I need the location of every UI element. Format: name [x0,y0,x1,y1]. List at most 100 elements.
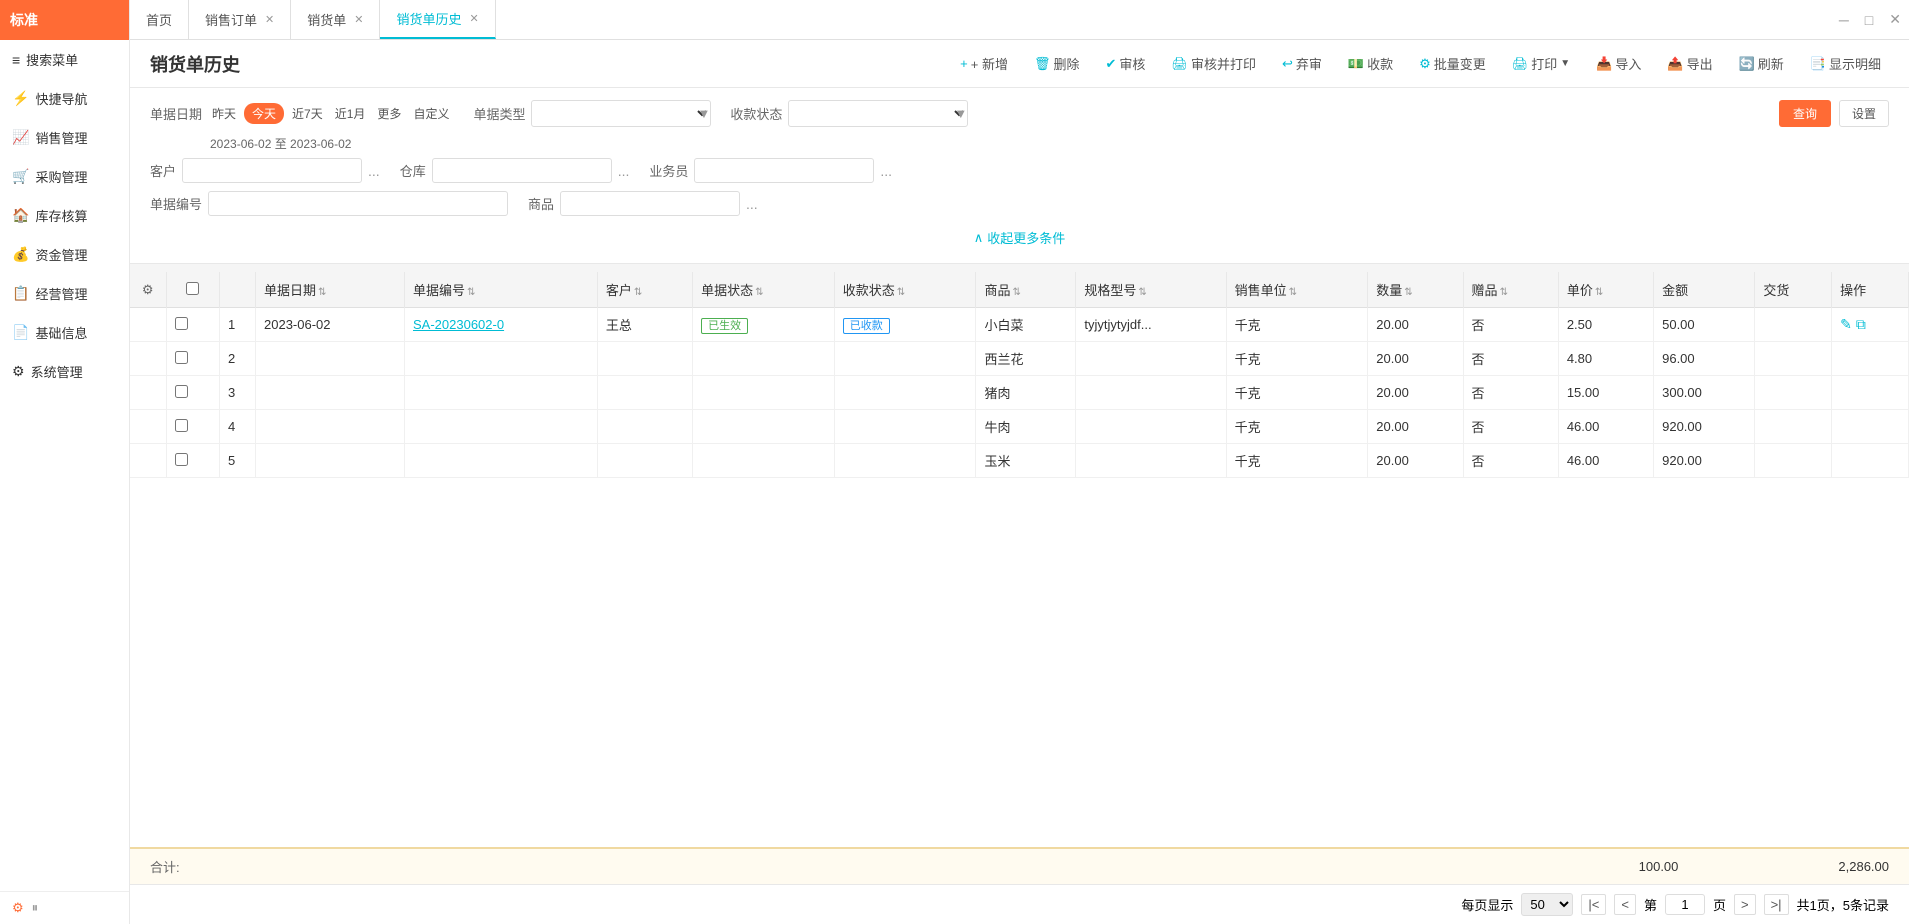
delete-button[interactable]: 🗑 删除 [1026,50,1088,77]
import-button[interactable]: 📥 导入 [1588,50,1649,77]
goods-more-btn[interactable]: ... [746,196,758,212]
page-size-select[interactable]: 50 100 200 [1521,893,1573,916]
edit-icon[interactable]: ✎ [1840,316,1852,333]
td-actions[interactable] [1832,444,1909,478]
td-doc-no[interactable] [405,444,598,478]
th-settings[interactable]: ⚙ [130,272,166,308]
doc-no-link[interactable]: SA-20230602-0 [413,317,504,332]
batch-change-button[interactable]: ⚙ 批量变更 [1411,50,1494,77]
sidebar-item-purchase-mgmt[interactable]: 🛒 采购管理 [0,157,129,196]
new-button[interactable]: + + 新增 [952,50,1016,77]
collapse-button[interactable]: ∧ 收起更多条件 [150,224,1889,251]
sidebar-item-system-mgmt[interactable]: ⚙ 系统管理 [0,352,129,391]
warehouse-more-btn[interactable]: ... [618,163,630,179]
sidebar-collapse-icon[interactable]: ⏸ [32,900,39,916]
action-icons: ✎⧉ [1840,316,1900,333]
export-button[interactable]: 📤 导出 [1659,50,1720,77]
td-unit: 千克 [1226,410,1368,444]
window-minimize-btn[interactable]: ─ [1831,12,1857,28]
th-customer[interactable]: 客户⇅ [597,272,692,308]
row-checkbox[interactable] [175,419,188,432]
td-doc-no[interactable] [405,376,598,410]
sidebar-item-quick-nav[interactable]: ⚡ 快捷导航 [0,79,129,118]
th-gift[interactable]: 赠品⇅ [1463,272,1558,308]
tab-sales-delivery[interactable]: 销货单 ✕ [291,0,380,39]
date-btn-custom[interactable]: 自定义 [409,103,453,124]
page-number-input[interactable] [1665,894,1705,915]
row-checkbox[interactable] [175,351,188,364]
tab-sales-order[interactable]: 销售订单 ✕ [189,0,291,39]
sidebar-item-search-menu[interactable]: ≡ 搜索菜单 [0,40,129,79]
sidebar-item-ops-mgmt[interactable]: 📋 经营管理 [0,274,129,313]
warehouse-input[interactable] [432,158,612,183]
date-btn-7days[interactable]: 近7天 [288,103,327,124]
copy-icon[interactable]: ⧉ [1856,316,1866,333]
discard-button[interactable]: ↩ 弃审 [1274,50,1330,77]
td-checkbox[interactable] [166,444,220,478]
td-checkbox[interactable] [166,342,220,376]
audit-print-button[interactable]: 🖨 审核并打印 [1163,50,1264,77]
customer-more-btn[interactable]: ... [368,163,380,179]
th-goods[interactable]: 商品⇅ [976,272,1076,308]
select-all-checkbox[interactable] [186,282,199,295]
th-unit[interactable]: 销售单位⇅ [1226,272,1368,308]
settings-button[interactable]: 设置 [1839,100,1889,127]
refresh-button[interactable]: 🔄 刷新 [1731,50,1792,77]
salesman-input[interactable] [694,158,874,183]
td-qty: 20.00 [1368,308,1463,342]
td-doc-no[interactable] [405,342,598,376]
tab-sales-history[interactable]: 销货单历史 ✕ [380,0,495,39]
audit-button[interactable]: ✔ 审核 [1098,50,1154,77]
sidebar-item-finance-mgmt[interactable]: 💰 资金管理 [0,235,129,274]
query-button[interactable]: 查询 [1779,100,1831,127]
salesman-more-btn[interactable]: ... [880,163,892,179]
sidebar-item-basic-info[interactable]: 📄 基础信息 [0,313,129,352]
first-page-btn[interactable]: |< [1581,894,1606,915]
th-doc-no[interactable]: 单据编号⇅ [405,272,598,308]
doc-no-input[interactable] [208,191,508,216]
td-checkbox[interactable] [166,376,220,410]
th-payment-status[interactable]: 收款状态⇅ [834,272,976,308]
row-checkbox[interactable] [175,317,188,330]
th-doc-status[interactable]: 单据状态⇅ [693,272,835,308]
td-actions[interactable] [1832,410,1909,444]
collect-button[interactable]: 💵 收款 [1340,50,1401,77]
date-btn-1month[interactable]: 近1月 [331,103,370,124]
prev-page-btn[interactable]: < [1614,894,1636,915]
date-btn-more[interactable]: 更多 [373,103,405,124]
print-button[interactable]: 🖨 打印 ▼ [1504,50,1578,77]
th-doc-date[interactable]: 单据日期⇅ [256,272,405,308]
next-page-btn[interactable]: > [1734,894,1756,915]
ops-icon: 📋 [12,285,29,302]
td-doc-no[interactable] [405,410,598,444]
td-actions[interactable] [1832,342,1909,376]
row-checkbox[interactable] [175,385,188,398]
sidebar-item-sales-mgmt[interactable]: 📈 销售管理 [0,118,129,157]
tab-sales-history-close[interactable]: ✕ [470,12,479,25]
td-doc-no[interactable]: SA-20230602-0 [405,308,598,342]
date-btn-today[interactable]: 今天 [244,103,284,124]
last-page-btn[interactable]: >| [1764,894,1789,915]
td-checkbox[interactable] [166,410,220,444]
date-btn-yesterday[interactable]: 昨天 [208,103,240,124]
customer-input[interactable] [182,158,362,183]
tab-home[interactable]: 首页 [130,0,189,39]
th-unit-price[interactable]: 单价⇅ [1558,272,1653,308]
row-checkbox[interactable] [175,453,188,466]
warehouse-label: 仓库 [400,161,426,180]
td-actions[interactable]: ✎⧉ [1832,308,1909,342]
th-qty[interactable]: 数量⇅ [1368,272,1463,308]
payment-status-select[interactable] [788,100,968,127]
td-actions[interactable] [1832,376,1909,410]
goods-input[interactable] [560,191,740,216]
tab-sales-delivery-close[interactable]: ✕ [354,13,363,26]
window-maximize-btn[interactable]: □ [1857,12,1881,28]
th-spec-type[interactable]: 规格型号⇅ [1076,272,1226,308]
sidebar-settings-icon[interactable]: ⚙ [12,900,24,916]
doc-type-select[interactable] [531,100,711,127]
tab-sales-order-close[interactable]: ✕ [265,13,274,26]
window-close-btn[interactable]: ✕ [1881,11,1909,28]
display-button[interactable]: 📑 显示明细 [1802,50,1889,77]
sidebar-item-inventory-calc[interactable]: 🏠 库存核算 [0,196,129,235]
td-checkbox[interactable] [166,308,220,342]
